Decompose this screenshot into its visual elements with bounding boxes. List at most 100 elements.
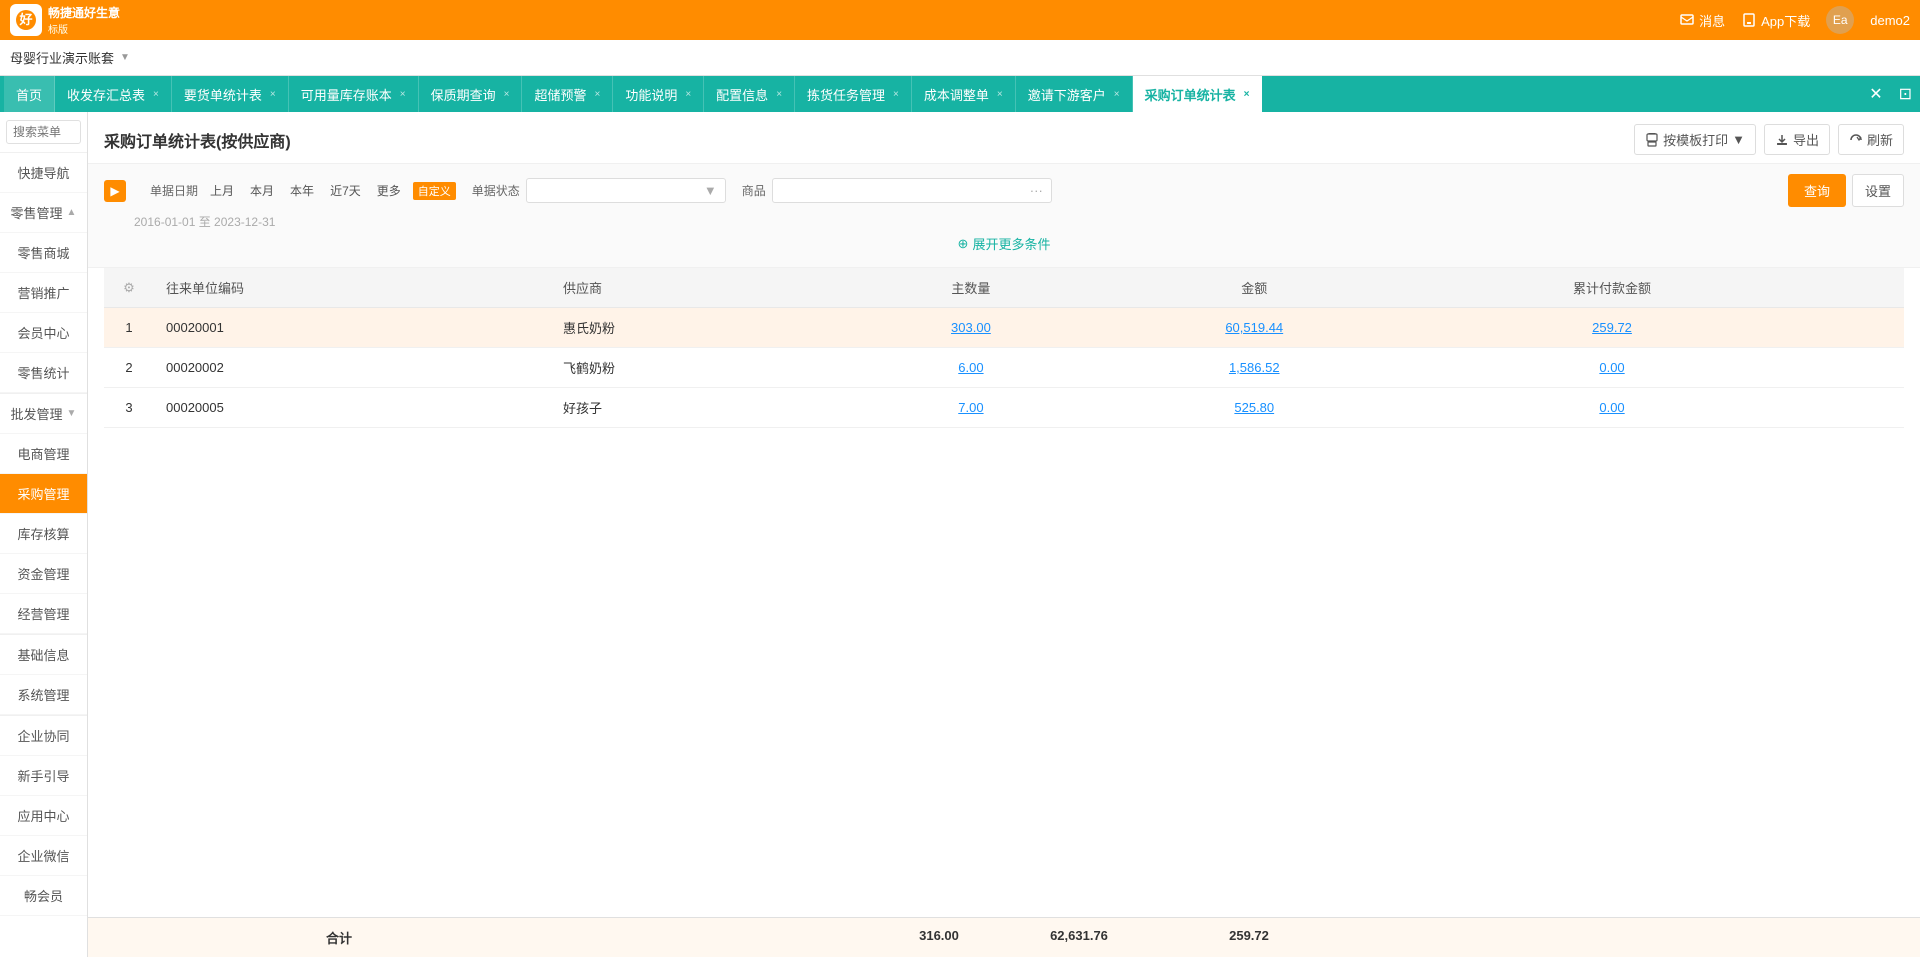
tab-cost-adjust[interactable]: 成本调整单 × [912, 76, 1016, 112]
tab-expire-query-close[interactable]: × [504, 89, 510, 100]
main-layout: 快捷导航 零售管理 ▲ 零售商城 营销推广 会员中心 零售统计 批发管理 ▼ 电… [0, 112, 1920, 957]
search-input[interactable] [6, 120, 81, 144]
sidebar-item-ecommerce[interactable]: 电商管理 [0, 434, 87, 474]
tab-stock-book-close[interactable]: × [400, 89, 406, 100]
top-bar-left: 好 畅捷通好生意 标版 [10, 4, 120, 36]
tab-func-desc[interactable]: 功能说明 × [613, 76, 704, 112]
tab-config-info-close[interactable]: × [776, 89, 782, 100]
tab-stock-book-label: 可用量库存账本 [301, 85, 392, 104]
sidebar-item-app-center[interactable]: 应用中心 [0, 796, 87, 836]
tab-config-info[interactable]: 配置信息 × [704, 76, 795, 112]
sidebar-item-finance[interactable]: 资金管理 [0, 554, 87, 594]
filter-toggle-btn[interactable]: ▶ [104, 180, 126, 202]
tab-invite-customer[interactable]: 邀请下游客户 × [1016, 76, 1133, 112]
tab-func-desc-close[interactable]: × [685, 89, 691, 100]
shortcut-7days[interactable]: 近7天 [324, 180, 367, 201]
column-settings-icon[interactable]: ⚙ [123, 280, 135, 295]
col-header-unit-code: 往来单位编码 [154, 268, 551, 308]
logo-text: 畅捷通好生意 标版 [48, 4, 120, 36]
tab-goods-stat-close[interactable]: × [270, 89, 276, 100]
status-select[interactable]: ▼ [526, 178, 726, 203]
refresh-btn[interactable]: 刷新 [1838, 124, 1904, 155]
expand-more-btn[interactable]: ⊕ 展开更多条件 [108, 234, 1900, 253]
shortcut-this-month[interactable]: 本月 [244, 180, 280, 201]
sidebar-item-new-guide[interactable]: 新手引导 [0, 756, 87, 796]
tab-goods-stat[interactable]: 要货单统计表 × [172, 76, 289, 112]
sidebar-item-wholesale-label: 批发管理 [11, 404, 63, 423]
footer-quantity: 316.00 [879, 928, 999, 947]
avatar[interactable]: Ea [1826, 6, 1854, 34]
tab-pick-task[interactable]: 拣货任务管理 × [795, 76, 912, 112]
tab-purchase-stat[interactable]: 采购订单统计表 × [1133, 76, 1263, 112]
tab-overstock-close[interactable]: × [594, 89, 600, 100]
row-1-extra [1811, 308, 1904, 348]
message-btn[interactable]: 消息 [1679, 11, 1725, 30]
workspace-selector[interactable]: 母婴行业演示账套 ▼ [10, 48, 130, 67]
tab-expire-query[interactable]: 保质期查询 × [419, 76, 523, 112]
sidebar-item-retail-shop[interactable]: 零售商城 [0, 233, 87, 273]
col-header-amount: 金额 [1095, 268, 1414, 308]
row-1-no: 1 [104, 308, 154, 348]
filter-status-group: 单据状态 ▼ [472, 178, 726, 203]
col-header-supplier: 供应商 [551, 268, 847, 308]
tab-stock-book[interactable]: 可用量库存账本 × [289, 76, 419, 112]
row-3-extra [1811, 388, 1904, 428]
sidebar-item-quick-nav[interactable]: 快捷导航 [0, 153, 87, 193]
row-3-amount: 525.80 [1095, 388, 1414, 428]
tab-home[interactable]: 首页 [4, 76, 55, 112]
sidebar-item-wholesale[interactable]: 批发管理 ▼ [0, 394, 87, 434]
sidebar-item-sys-mgmt-label: 系统管理 [17, 685, 69, 704]
filter-date-group: 单据日期 上月 本月 本年 近7天 更多 自定义 [150, 180, 456, 201]
tab-pick-task-close[interactable]: × [893, 89, 899, 100]
app-download-btn[interactable]: App下载 [1741, 11, 1810, 30]
shortcut-last-month[interactable]: 上月 [204, 180, 240, 201]
sidebar-item-member-center-label: 会员中心 [17, 323, 69, 342]
row-3-quantity: 7.00 [847, 388, 1095, 428]
sidebar-item-enterprise[interactable]: 企业协同 [0, 716, 87, 756]
content-area: 采购订单统计表(按供应商) 按模板打印 ▼ 导出 刷新 [88, 112, 1920, 957]
tab-func-desc-label: 功能说明 [625, 85, 677, 104]
col-header-settings: ⚙ [104, 268, 154, 308]
sidebar-item-marketing[interactable]: 营销推广 [0, 273, 87, 313]
col-header-paid: 累计付款金额 [1414, 268, 1811, 308]
tab-receive-send[interactable]: 收发存汇总表 × [55, 76, 172, 112]
row-2-supplier: 飞鹤奶粉 [551, 348, 847, 388]
top-bar: 好 畅捷通好生意 标版 消息 App下载 Ea demo2 [0, 0, 1920, 40]
maximize-btn[interactable]: ⊡ [1895, 80, 1916, 108]
table-row: 3 00020005 好孩子 7.00 525.80 0.00 [104, 388, 1904, 428]
data-table: ⚙ 往来单位编码 供应商 主数量 金额 累计付款金额 1 00020001 [104, 268, 1904, 428]
sidebar-item-retail-stats[interactable]: 零售统计 [0, 353, 87, 393]
query-btn[interactable]: 查询 [1788, 174, 1846, 207]
close-all-tabs-btn[interactable]: ✕ [1865, 80, 1886, 108]
export-btn[interactable]: 导出 [1764, 124, 1830, 155]
sidebar-item-basic-info[interactable]: 基础信息 [0, 635, 87, 675]
sidebar-item-operations[interactable]: 经营管理 [0, 594, 87, 634]
top-bar-right: 消息 App下载 Ea demo2 [1679, 6, 1910, 34]
sidebar-item-retail-mgmt[interactable]: 零售管理 ▲ [0, 193, 87, 233]
settings-btn[interactable]: 设置 [1852, 174, 1904, 207]
sidebar-item-stock-check[interactable]: 库存核算 [0, 514, 87, 554]
tab-goods-stat-label: 要货单统计表 [184, 85, 262, 104]
footer-amount: 62,631.76 [999, 928, 1159, 947]
template-print-btn[interactable]: 按模板打印 ▼ [1634, 124, 1756, 155]
tab-overstock[interactable]: 超储预警 × [522, 76, 613, 112]
table-header-row: ⚙ 往来单位编码 供应商 主数量 金额 累计付款金额 [104, 268, 1904, 308]
row-2-no: 2 [104, 348, 154, 388]
sidebar-item-purchase-mgmt[interactable]: 采购管理 [0, 474, 87, 514]
tab-purchase-stat-close[interactable]: × [1244, 89, 1250, 100]
goods-input[interactable]: ··· [772, 178, 1052, 203]
page-title: 采购订单统计表(按供应商) [104, 128, 291, 152]
tab-receive-send-close[interactable]: × [153, 89, 159, 100]
row-1-supplier: 惠氏奶粉 [551, 308, 847, 348]
shortcut-more[interactable]: 更多 [371, 180, 407, 201]
tab-cost-adjust-close[interactable]: × [997, 89, 1003, 100]
sidebar-item-enterprise-wechat[interactable]: 企业微信 [0, 836, 87, 876]
filter-actions: 查询 设置 [1788, 174, 1904, 207]
sidebar-item-member-center[interactable]: 会员中心 [0, 313, 87, 353]
sidebar-item-marketing-label: 营销推广 [17, 283, 69, 302]
sidebar-item-sys-mgmt[interactable]: 系统管理 [0, 675, 87, 715]
sidebar-item-member[interactable]: 畅会员 [0, 876, 87, 916]
tab-invite-customer-close[interactable]: × [1114, 89, 1120, 100]
expand-more-icon: ⊕ [958, 236, 969, 252]
shortcut-this-year[interactable]: 本年 [284, 180, 320, 201]
